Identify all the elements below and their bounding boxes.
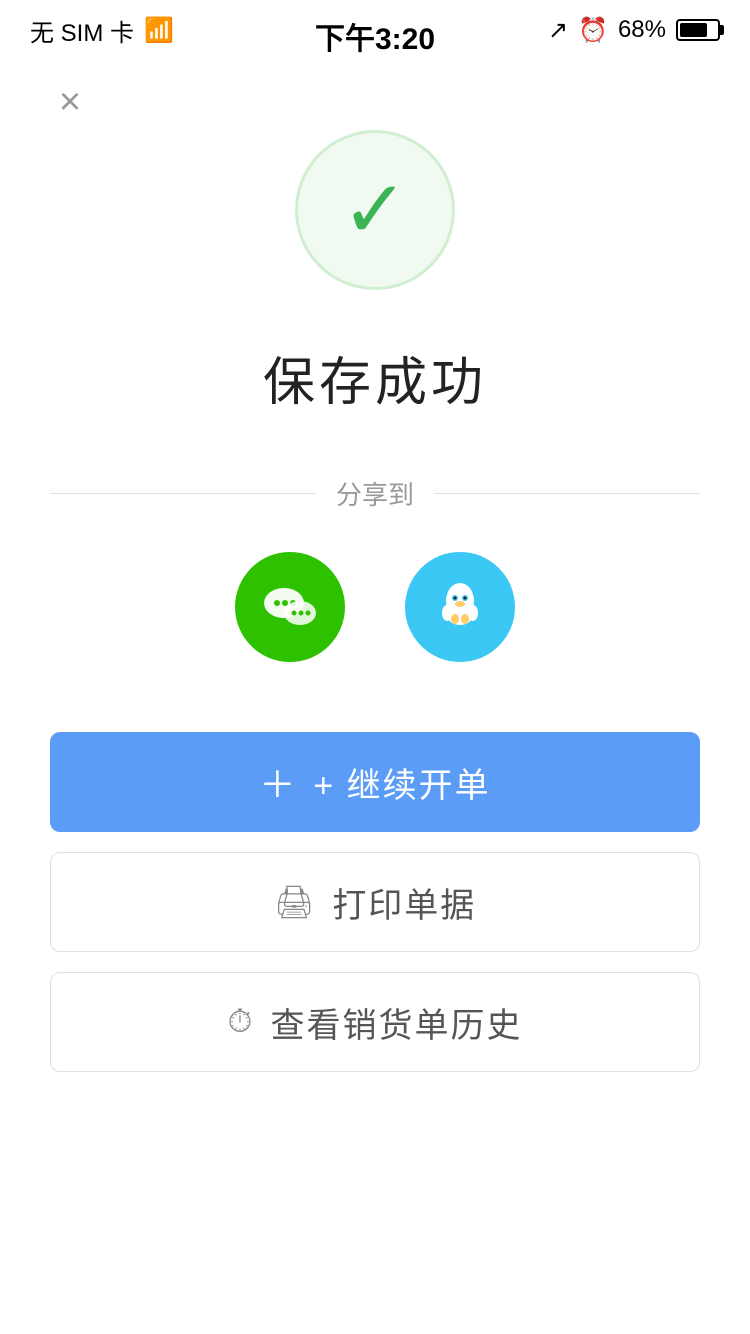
- status-left: 无 SIM 卡 📶: [30, 13, 174, 48]
- divider-row: 分享到: [0, 475, 750, 512]
- history-button[interactable]: ⏱ 查看销货单历史: [50, 972, 700, 1072]
- buttons-section: ＋ + 继续开单 🖨 打印单据 ⏱ 查看销货单历史: [0, 732, 750, 1072]
- share-icons: [235, 552, 515, 662]
- no-sim-text: 无 SIM 卡: [30, 13, 134, 48]
- wechat-logo: [258, 575, 323, 640]
- close-icon: ×: [59, 83, 81, 121]
- print-button[interactable]: 🖨 打印单据: [50, 852, 700, 952]
- continue-button[interactable]: ＋ + 继续开单: [50, 732, 700, 832]
- status-bar: 无 SIM 卡 📶 下午3:20 ↗ ⏰ 68%: [0, 0, 750, 60]
- battery-text: 68%: [618, 16, 666, 44]
- share-section: 分享到: [0, 475, 750, 662]
- share-label: 分享到: [316, 475, 434, 512]
- divider-right: [434, 493, 700, 494]
- status-right: ↗ ⏰ 68%: [548, 16, 720, 45]
- main-content: ✓ 保存成功 分享到: [0, 60, 750, 1072]
- divider-left: [50, 493, 316, 494]
- print-label: 打印单据: [332, 878, 476, 927]
- battery-icon: [676, 19, 720, 41]
- success-title: 保存成功: [263, 340, 487, 415]
- status-time: 下午3:20: [315, 14, 435, 58]
- checkmark-icon: ✓: [341, 170, 408, 250]
- location-icon: ↗: [548, 16, 568, 45]
- plus-icon: ＋: [259, 756, 297, 808]
- wifi-icon: 📶: [144, 16, 174, 45]
- alarm-icon: ⏰: [578, 16, 608, 45]
- history-label: 查看销货单历史: [270, 998, 522, 1047]
- success-circle: ✓: [295, 130, 455, 290]
- printer-icon: 🖨: [274, 883, 317, 921]
- wechat-share-button[interactable]: [235, 552, 345, 662]
- clock-icon: ⏱: [228, 1003, 255, 1041]
- qq-share-button[interactable]: [405, 552, 515, 662]
- close-button[interactable]: ×: [40, 72, 100, 132]
- continue-label: + 继续开单: [313, 758, 490, 807]
- qq-logo: [430, 577, 490, 637]
